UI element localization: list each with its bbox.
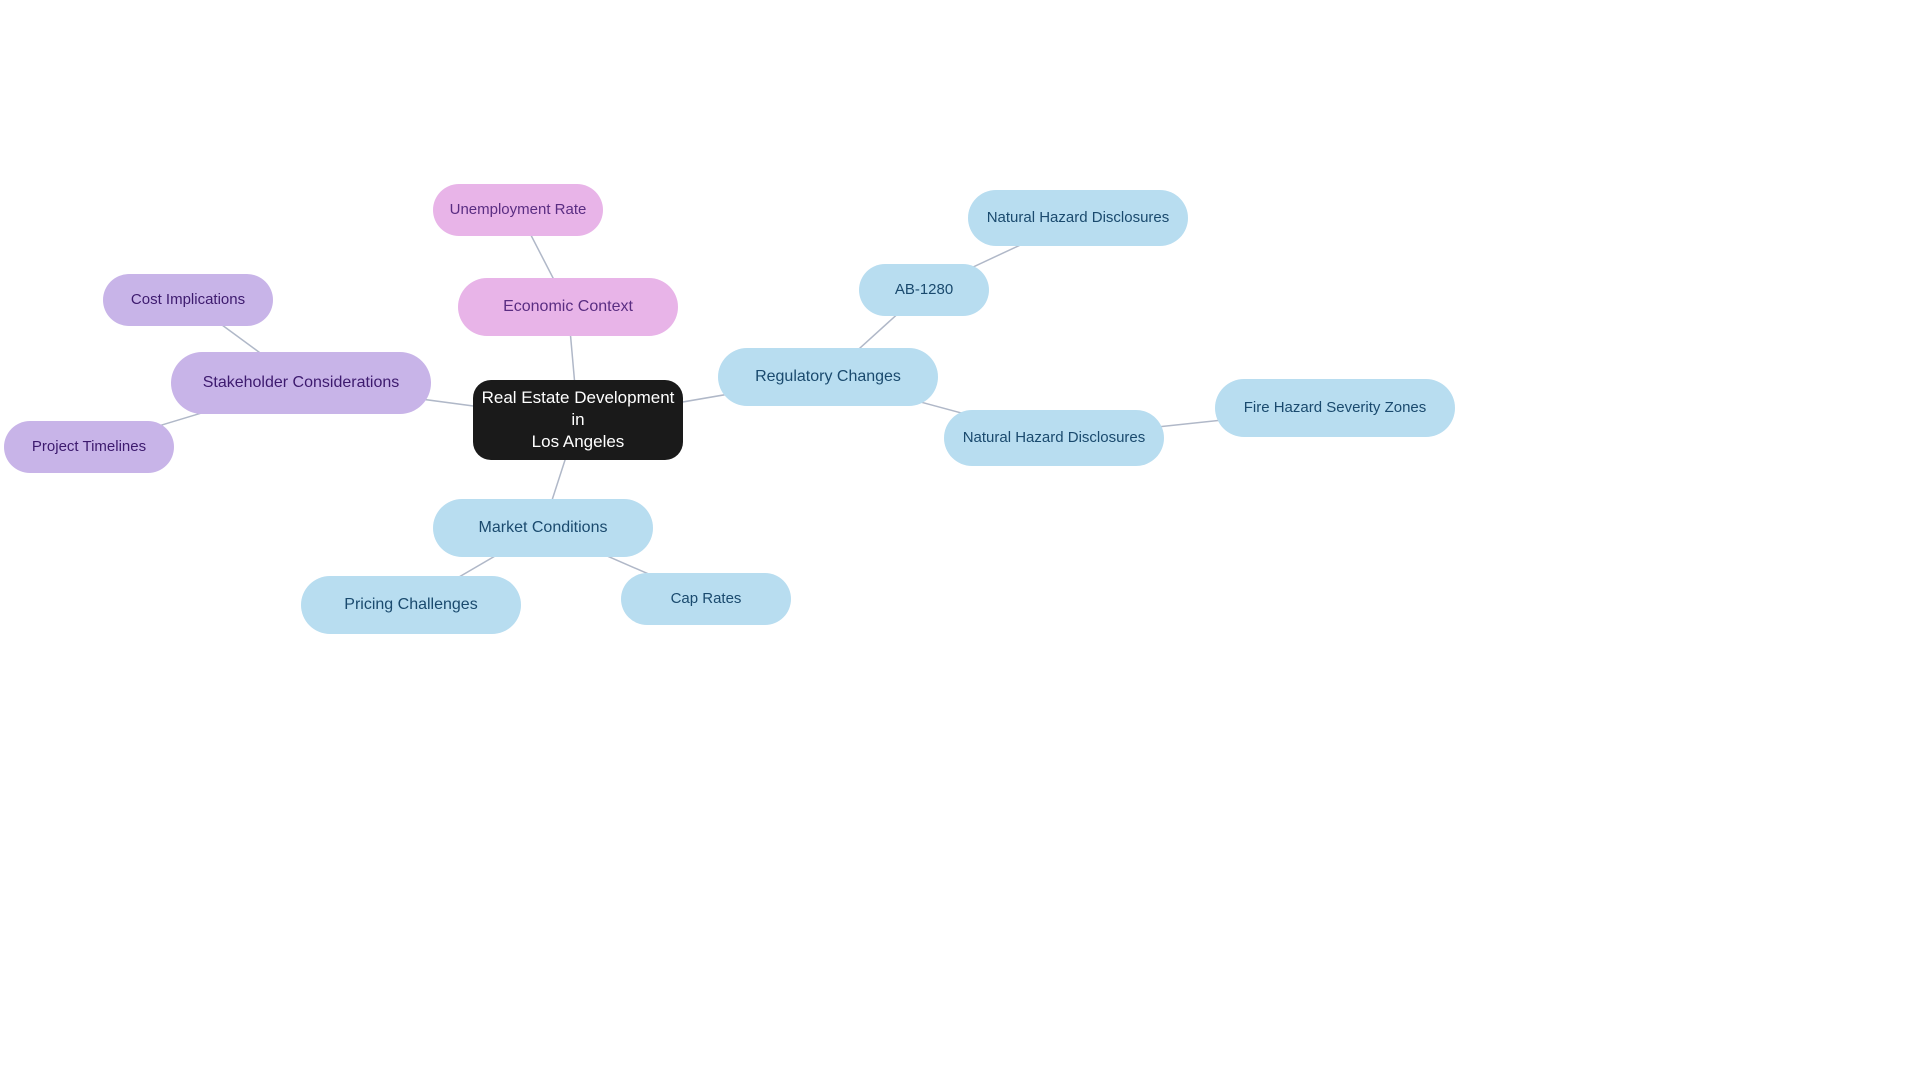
stakeholder-considerations-node[interactable]: Stakeholder Considerations	[171, 352, 431, 414]
natural-hazard-top-node[interactable]: Natural Hazard Disclosures	[968, 190, 1188, 246]
ab1280-node[interactable]: AB-1280	[859, 264, 989, 316]
center-node[interactable]: Real Estate Development inLos Angeles	[473, 380, 683, 460]
fire-hazard-node[interactable]: Fire Hazard Severity Zones	[1215, 379, 1455, 437]
natural-hazard-bottom-node[interactable]: Natural Hazard Disclosures	[944, 410, 1164, 466]
pricing-challenges-node[interactable]: Pricing Challenges	[301, 576, 521, 634]
market-conditions-node[interactable]: Market Conditions	[433, 499, 653, 557]
project-timelines-node[interactable]: Project Timelines	[4, 421, 174, 473]
cost-implications-node[interactable]: Cost Implications	[103, 274, 273, 326]
cap-rates-node[interactable]: Cap Rates	[621, 573, 791, 625]
economic-context-node[interactable]: Economic Context	[458, 278, 678, 336]
unemployment-rate-node[interactable]: Unemployment Rate	[433, 184, 603, 236]
regulatory-changes-node[interactable]: Regulatory Changes	[718, 348, 938, 406]
